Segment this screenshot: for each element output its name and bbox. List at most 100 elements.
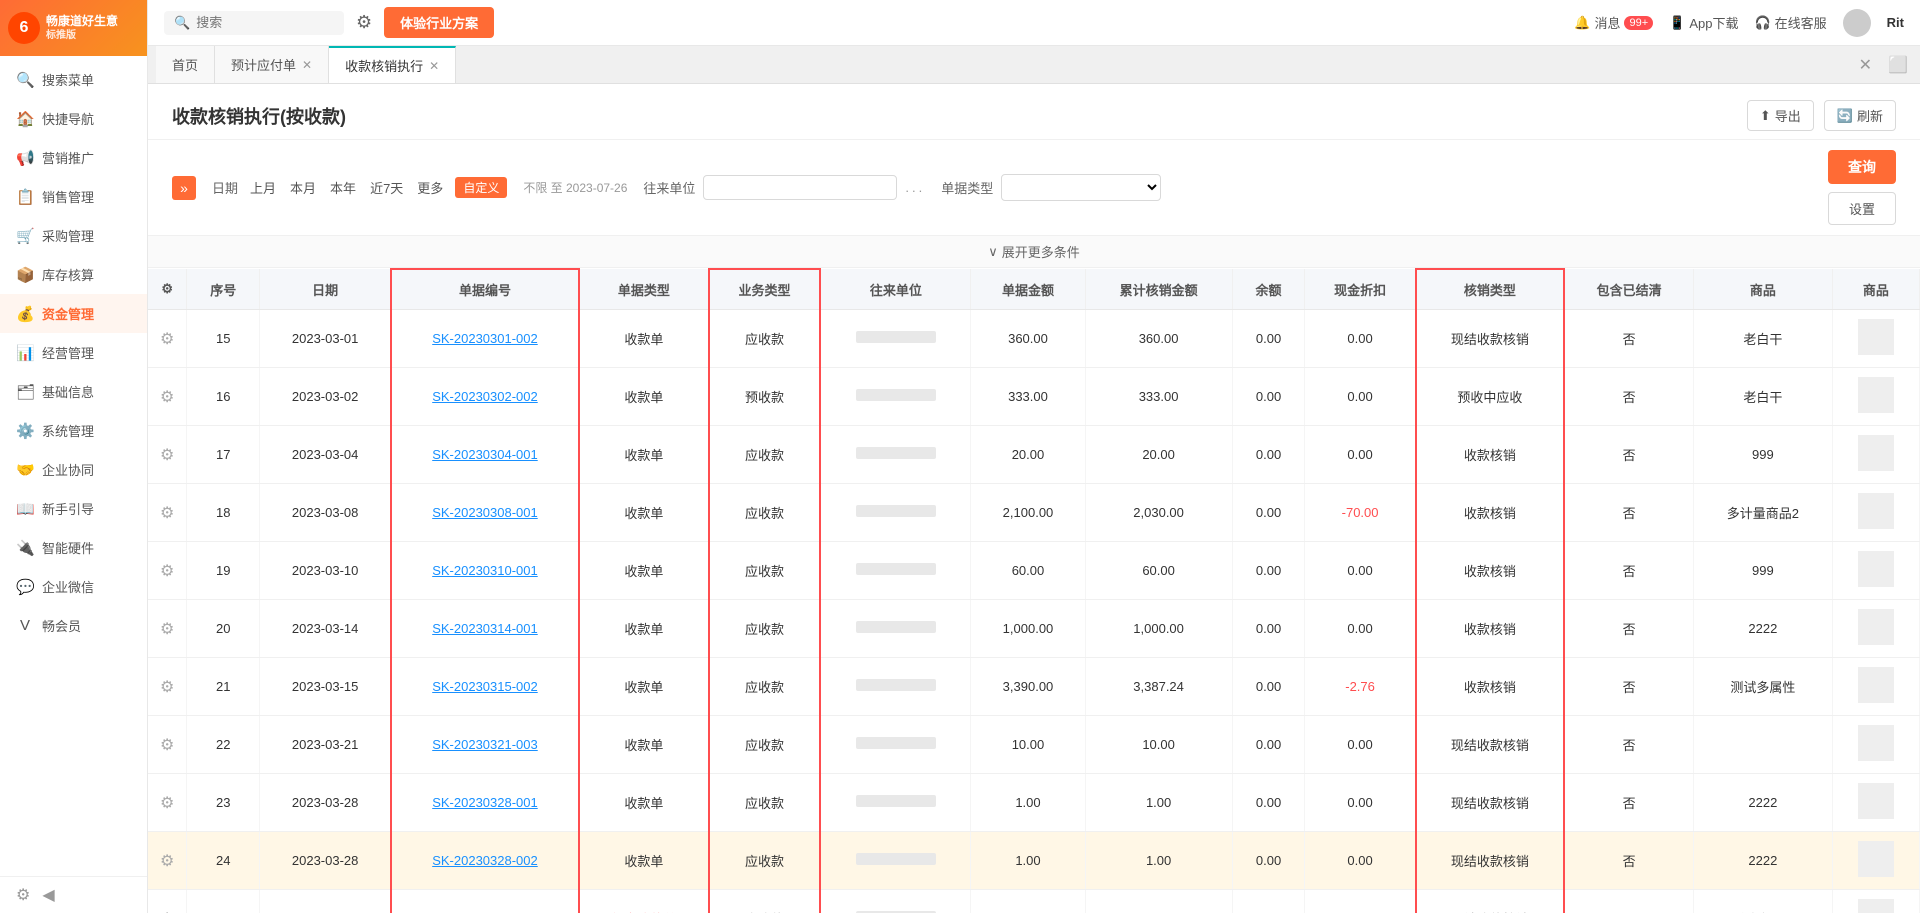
settings-button[interactable]: 设置 (1828, 192, 1896, 225)
bill-no-link[interactable]: SK-20230308-001 (432, 505, 538, 520)
bill-no-link[interactable]: SK-20230315-002 (432, 679, 538, 694)
sidebar-item-guide[interactable]: 📖新手引导 (0, 489, 147, 528)
td-bill-type: 收款单 (579, 426, 709, 484)
th-cancel-type: 核销类型 (1416, 269, 1565, 310)
td-bill-no[interactable]: SK-20230302-002 (391, 368, 579, 426)
sidebar-item-system[interactable]: ⚙️系统管理 (0, 411, 147, 450)
sidebar-item-enterprise[interactable]: 🤝企业协同 (0, 450, 147, 489)
sidebar-item-inventory[interactable]: 📦库存核算 (0, 255, 147, 294)
td-bill-no[interactable]: SK-20230331-002 (391, 890, 579, 913)
td-bill-no[interactable]: SK-20230321-003 (391, 716, 579, 774)
app-download-link[interactable]: 📱 App下载 (1669, 13, 1738, 32)
bill-no-link[interactable]: SK-20230304-001 (432, 447, 538, 462)
td-bill-no[interactable]: SK-20230328-002 (391, 832, 579, 890)
date-option-this-month[interactable]: 本月 (286, 176, 320, 199)
bill-type-label: 单据类型 (941, 178, 993, 197)
td-biz-type: 应收款 (709, 600, 820, 658)
tab-pending-close[interactable]: ✕ (302, 58, 312, 72)
bill-no-link[interactable]: SK-20230314-001 (432, 621, 538, 636)
td-product: 测试多属性 (1693, 658, 1832, 716)
bill-no-link[interactable]: SK-20230328-002 (432, 853, 538, 868)
supplier-input[interactable] (703, 175, 897, 200)
sidebar-item-basic[interactable]: 🗂基础信息 (0, 372, 147, 411)
tab-actions: ✕ ⬜ (1855, 51, 1912, 79)
td-balance: 0.00 (1232, 426, 1305, 484)
sidebar-item-hardware[interactable]: 🔌智能硬件 (0, 528, 147, 567)
td-cancel-type: 预收中应收 (1416, 368, 1565, 426)
td-balance: 0.00 (1232, 890, 1305, 913)
search-box[interactable]: 🔍 (164, 11, 344, 35)
filter-dots: ... (905, 180, 925, 195)
custom-date-button[interactable]: 自定义 (455, 177, 507, 198)
notice-button[interactable]: 🔔 消息 99+ (1574, 13, 1653, 32)
maximize-btn[interactable]: ⬜ (1884, 51, 1912, 79)
bill-no-link[interactable]: SK-20230321-003 (432, 737, 538, 752)
date-option-7days[interactable]: 近7天 (366, 176, 407, 199)
tab-collection-close[interactable]: ✕ (429, 59, 439, 73)
td-bill-no[interactable]: SK-20230328-001 (391, 774, 579, 832)
expand-more-button[interactable]: ∨ 展开更多条件 (988, 242, 1080, 261)
bill-type-select[interactable] (1001, 174, 1161, 201)
td-bill-no[interactable]: SK-20230301-002 (391, 310, 579, 368)
td-settings[interactable]: ⚙ (148, 600, 187, 658)
bill-no-link[interactable]: SK-20230302-002 (432, 389, 538, 404)
td-settings[interactable]: ⚙ (148, 484, 187, 542)
chevron-down-icon: ∨ (988, 244, 998, 260)
bill-no-link[interactable]: SK-20230328-001 (432, 795, 538, 810)
sidebar-item-marketing[interactable]: 📢营销推广 (0, 138, 147, 177)
td-settings[interactable]: ⚙ (148, 310, 187, 368)
sidebar-item-sales[interactable]: 📋销售管理 (0, 177, 147, 216)
bill-no-link[interactable]: SK-20230301-002 (432, 331, 538, 346)
td-settings[interactable]: ⚙ (148, 368, 187, 426)
online-service-link[interactable]: 🎧 在线客服 (1754, 13, 1826, 32)
gear-icon[interactable]: ⚙ (352, 8, 376, 37)
trial-button[interactable]: 体验行业方案 (384, 7, 494, 38)
page-body: 收款核销执行(按收款) ⬆ 导出 🔄 刷新 » 日期 (148, 84, 1920, 913)
td-bill-no[interactable]: SK-20230314-001 (391, 600, 579, 658)
td-bill-no[interactable]: SK-20230310-001 (391, 542, 579, 600)
td-date: 2023-03-04 (260, 426, 391, 484)
export-button[interactable]: ⬆ 导出 (1747, 100, 1814, 131)
td-product: 多计量商品2 (1693, 484, 1832, 542)
td-biz-type: 预收款 (709, 368, 820, 426)
query-button[interactable]: 查询 (1828, 150, 1896, 184)
tab-home[interactable]: 首页 (156, 46, 215, 83)
expand-button[interactable]: » (172, 176, 196, 200)
date-option-this-year[interactable]: 本年 (326, 176, 360, 199)
th-settings[interactable]: ⚙ (148, 269, 187, 310)
td-settings[interactable]: ⚙ (148, 774, 187, 832)
sidebar-item-wechat[interactable]: 💬企业微信 (0, 567, 147, 606)
td-date: 2023-03-08 (260, 484, 391, 542)
td-settings[interactable]: ⚙ (148, 890, 187, 913)
td-settings[interactable]: ⚙ (148, 426, 187, 484)
td-settings[interactable]: ⚙ (148, 542, 187, 600)
td-cancel-type: 收款核销 (1416, 542, 1565, 600)
collapse-icon[interactable]: ◀ (42, 885, 54, 905)
td-settings[interactable]: ⚙ (148, 658, 187, 716)
td-cum-cancel: 60.00 (1085, 542, 1232, 600)
sidebar-item-finance[interactable]: 💰资金管理 (0, 294, 147, 333)
td-bill-no[interactable]: SK-20230315-002 (391, 658, 579, 716)
search-input[interactable] (196, 15, 316, 30)
sidebar-item-vip[interactable]: V畅会员 (0, 606, 147, 645)
sidebar-item-quick-nav[interactable]: 🏠快捷导航 (0, 99, 147, 138)
td-seq: 24 (187, 832, 260, 890)
date-option-last-month[interactable]: 上月 (246, 176, 280, 199)
td-settings[interactable]: ⚙ (148, 716, 187, 774)
date-option-more[interactable]: 更多 (413, 176, 447, 199)
td-partner (820, 658, 971, 716)
tab-pending[interactable]: 预计应付单 ✕ (215, 46, 329, 83)
td-include-settled: 否 (1564, 542, 1693, 600)
avatar[interactable] (1843, 9, 1871, 37)
td-settings[interactable]: ⚙ (148, 832, 187, 890)
td-bill-no[interactable]: SK-20230308-001 (391, 484, 579, 542)
sidebar-item-operations[interactable]: 📊经营管理 (0, 333, 147, 372)
close-window-btn[interactable]: ✕ (1855, 51, 1876, 79)
sidebar-item-purchase[interactable]: 🛒采购管理 (0, 216, 147, 255)
settings-bottom-icon[interactable]: ⚙ (16, 885, 30, 905)
bill-no-link[interactable]: SK-20230310-001 (432, 563, 538, 578)
tab-collection[interactable]: 收款核销执行 ✕ (329, 46, 456, 83)
sidebar-item-search-menu[interactable]: 🔍搜索菜单 (0, 60, 147, 99)
td-bill-no[interactable]: SK-20230304-001 (391, 426, 579, 484)
refresh-button[interactable]: 🔄 刷新 (1824, 100, 1896, 131)
